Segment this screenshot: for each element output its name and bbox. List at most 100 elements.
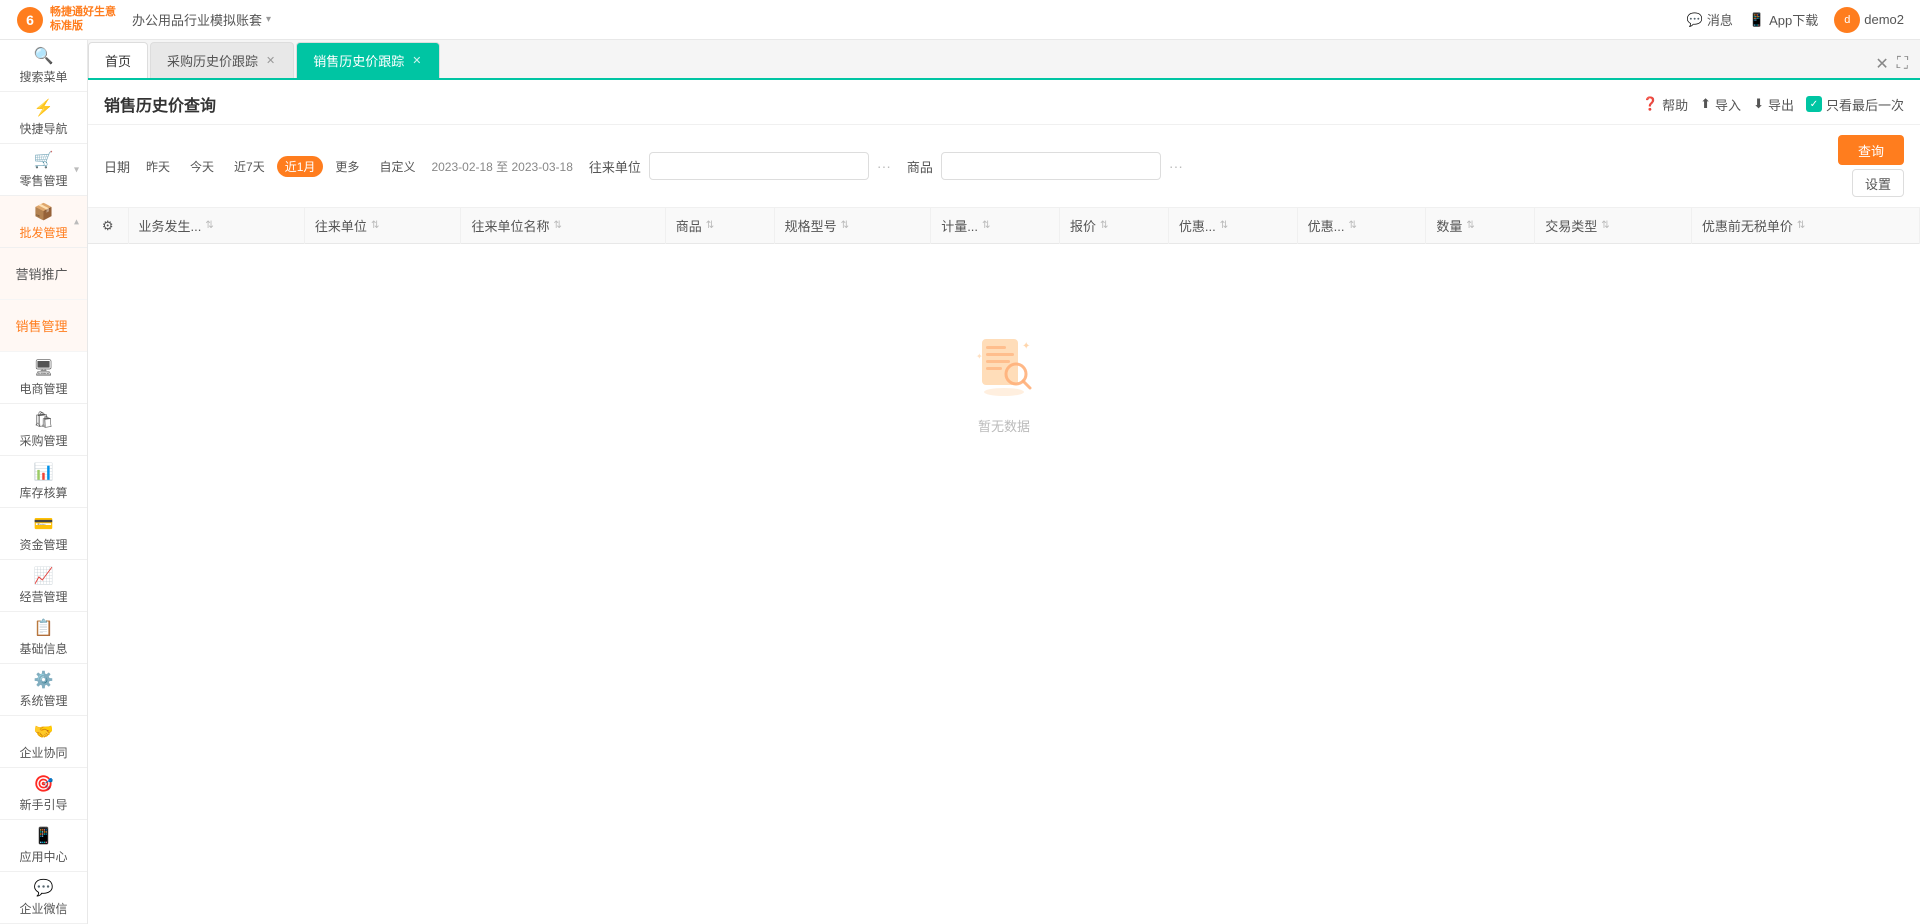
tab-purchase-history[interactable]: 采购历史价跟踪 ✕ <box>150 42 294 78</box>
message-button[interactable]: 💬 消息 <box>1687 10 1733 29</box>
box-icon: 📦 <box>34 202 54 222</box>
lightning-icon: ⚡ <box>34 98 54 118</box>
sidebar-item-system[interactable]: ⚙️ 系统管理 <box>0 664 87 716</box>
empty-state: ✦ ✦ 暂无数据 <box>88 244 1920 515</box>
goods-filter-group: 商品 ··· <box>907 152 1183 180</box>
tab-bar-actions: ✕ ⛶ <box>1863 54 1920 78</box>
only-last-checkbox[interactable]: ✓ <box>1806 96 1822 112</box>
tab-bar: 首页 采购历史价跟踪 ✕ 销售历史价跟踪 ✕ ✕ ⛶ <box>88 40 1920 80</box>
col-discount2[interactable]: 优惠... ⇅ <box>1297 208 1426 244</box>
filter-right-buttons: 查询 设置 <box>1838 135 1904 197</box>
content-area: 首页 采购历史价跟踪 ✕ 销售历史价跟踪 ✕ ✕ ⛶ 销售历史价查询 <box>88 40 1920 924</box>
empty-icon: ✦ ✦ <box>964 324 1044 404</box>
sidebar-item-quick[interactable]: ⚡ 快捷导航 <box>0 92 87 144</box>
sidebar-item-marketing[interactable]: 营销推广 <box>0 248 87 300</box>
partner-filter-group: 往来单位 ··· <box>589 152 891 180</box>
chevron-right-icon: ▾ <box>74 164 79 175</box>
phone-icon: 📱 <box>34 826 54 846</box>
goods-picker-button[interactable]: ··· <box>1169 158 1183 174</box>
col-goods[interactable]: 商品 ⇅ <box>665 208 774 244</box>
export-icon: ⬇ <box>1753 96 1764 112</box>
tab-sales-history[interactable]: 销售历史价跟踪 ✕ <box>296 42 440 78</box>
sidebar-item-purchase[interactable]: 🛍 采购管理 <box>0 404 87 456</box>
tab-close-purchase[interactable]: ✕ <box>264 53 277 68</box>
bag-icon: 🛍 <box>33 410 53 430</box>
date-btn-more[interactable]: 更多 <box>327 156 367 177</box>
sort-icon: ⇅ <box>1348 220 1356 231</box>
sidebar-item-newuser[interactable]: 🎯 新手引导 <box>0 768 87 820</box>
sidebar-item-operation[interactable]: 📈 经营管理 <box>0 560 87 612</box>
table-settings-col[interactable]: ⚙ <box>88 208 128 244</box>
sidebar-item-finance[interactable]: 💳 资金管理 <box>0 508 87 560</box>
sort-icon: ⇅ <box>1601 220 1609 231</box>
sidebar: 🔍 搜索菜单 ⚡ 快捷导航 🛒 零售管理 ▾ 📦 批发管理 ▴ 营销推广 销售管… <box>0 40 88 924</box>
table-area: ⚙ 业务发生... ⇅ 往来单位 <box>88 208 1920 924</box>
sidebar-item-sales[interactable]: 销售管理 <box>0 300 87 352</box>
col-qty[interactable]: 数量 ⇅ <box>1426 208 1535 244</box>
logo-area: 6 畅捷通好生意 标准版 <box>16 6 116 34</box>
page-actions: ❓ 帮助 ⬆ 导入 ⬇ 导出 ✓ 只看最后一次 <box>1642 95 1904 114</box>
download-icon: 📱 <box>1749 12 1765 28</box>
sidebar-item-basic[interactable]: 📋 基础信息 <box>0 612 87 664</box>
col-unit[interactable]: 计量... ⇅ <box>931 208 1060 244</box>
filter-area: 日期 昨天 今天 近7天 近1月 更多 自定义 2023-02-18 至 202… <box>88 125 1920 208</box>
export-button[interactable]: ⬇ 导出 <box>1753 95 1794 114</box>
tab-home[interactable]: 首页 <box>88 42 148 78</box>
col-spec[interactable]: 规格型号 ⇅ <box>774 208 931 244</box>
tab-close-sales[interactable]: ✕ <box>410 53 423 68</box>
sort-icon: ⇅ <box>841 220 849 231</box>
close-all-tabs-button[interactable]: ✕ <box>1875 54 1888 74</box>
date-btn-today[interactable]: 今天 <box>182 156 222 177</box>
col-biz-date[interactable]: 业务发生... ⇅ <box>128 208 304 244</box>
goods-input[interactable] <box>941 152 1161 180</box>
import-icon: ⬆ <box>1700 96 1711 112</box>
col-pretax-price[interactable]: 优惠前无税单价 ⇅ <box>1691 208 1919 244</box>
date-btn-last1m[interactable]: 近1月 <box>277 156 324 177</box>
date-btn-custom[interactable]: 自定义 <box>371 156 423 177</box>
sidebar-item-search[interactable]: 🔍 搜索菜单 <box>0 40 87 92</box>
partner-label: 往来单位 <box>589 157 641 176</box>
date-btn-last7[interactable]: 近7天 <box>226 156 273 177</box>
logo-icon: 6 <box>16 6 44 34</box>
sidebar-item-retail[interactable]: 🛒 零售管理 ▾ <box>0 144 87 196</box>
date-btn-yesterday[interactable]: 昨天 <box>138 156 178 177</box>
chart-icon: 📊 <box>34 462 54 482</box>
only-last-checkbox-area[interactable]: ✓ 只看最后一次 <box>1806 95 1904 114</box>
top-header: 6 畅捷通好生意 标准版 办公用品行业模拟账套 ▾ 💬 消息 📱 App下载 d… <box>0 0 1920 40</box>
partner-input[interactable] <box>649 152 869 180</box>
search-icon: 🔍 <box>34 46 54 66</box>
sidebar-item-wholesale[interactable]: 📦 批发管理 ▴ <box>0 196 87 248</box>
col-price[interactable]: 报价 ⇅ <box>1059 208 1168 244</box>
help-icon: ❓ <box>1642 96 1658 112</box>
app-download-button[interactable]: 📱 App下载 <box>1749 10 1818 29</box>
app-selector[interactable]: 办公用品行业模拟账套 ▾ <box>124 6 279 33</box>
card-icon: 💳 <box>34 514 54 534</box>
sidebar-item-inventory[interactable]: 📊 库存核算 <box>0 456 87 508</box>
sidebar-item-ecommerce[interactable]: 🖥 电商管理 <box>0 352 87 404</box>
setting-button[interactable]: 设置 <box>1852 169 1904 197</box>
query-button[interactable]: 查询 <box>1838 135 1904 165</box>
settings-icon: ⚙ <box>102 218 114 233</box>
col-partner-name[interactable]: 往来单位名称 ⇅ <box>461 208 665 244</box>
col-trade-type[interactable]: 交易类型 ⇅ <box>1535 208 1692 244</box>
import-button[interactable]: ⬆ 导入 <box>1700 95 1741 114</box>
header-left: 6 畅捷通好生意 标准版 办公用品行业模拟账套 ▾ <box>16 6 279 34</box>
sidebar-item-appstore[interactable]: 📱 应用中心 <box>0 820 87 872</box>
help-button[interactable]: ❓ 帮助 <box>1642 95 1688 114</box>
sort-icon: ⇅ <box>554 220 562 231</box>
col-discount1[interactable]: 优惠... ⇅ <box>1168 208 1297 244</box>
date-label: 日期 <box>104 157 130 176</box>
header-right: 💬 消息 📱 App下载 d demo2 <box>1687 7 1904 33</box>
sidebar-item-enterprise[interactable]: 🤝 企业协同 <box>0 716 87 768</box>
message-icon: 💬 <box>1687 12 1703 28</box>
user-area[interactable]: d demo2 <box>1834 7 1904 33</box>
target-icon: 🎯 <box>34 774 54 794</box>
maximize-button[interactable]: ⛶ <box>1897 55 1908 73</box>
partner-picker-button[interactable]: ··· <box>877 158 891 174</box>
app-selector-label: 办公用品行业模拟账套 <box>132 10 262 29</box>
sort-icon: ⇅ <box>1797 220 1805 231</box>
avatar: d <box>1834 7 1860 33</box>
sidebar-item-wechat[interactable]: 💬 企业微信 <box>0 872 87 924</box>
svg-text:6: 6 <box>26 12 34 28</box>
col-partner-code[interactable]: 往来单位 ⇅ <box>304 208 461 244</box>
